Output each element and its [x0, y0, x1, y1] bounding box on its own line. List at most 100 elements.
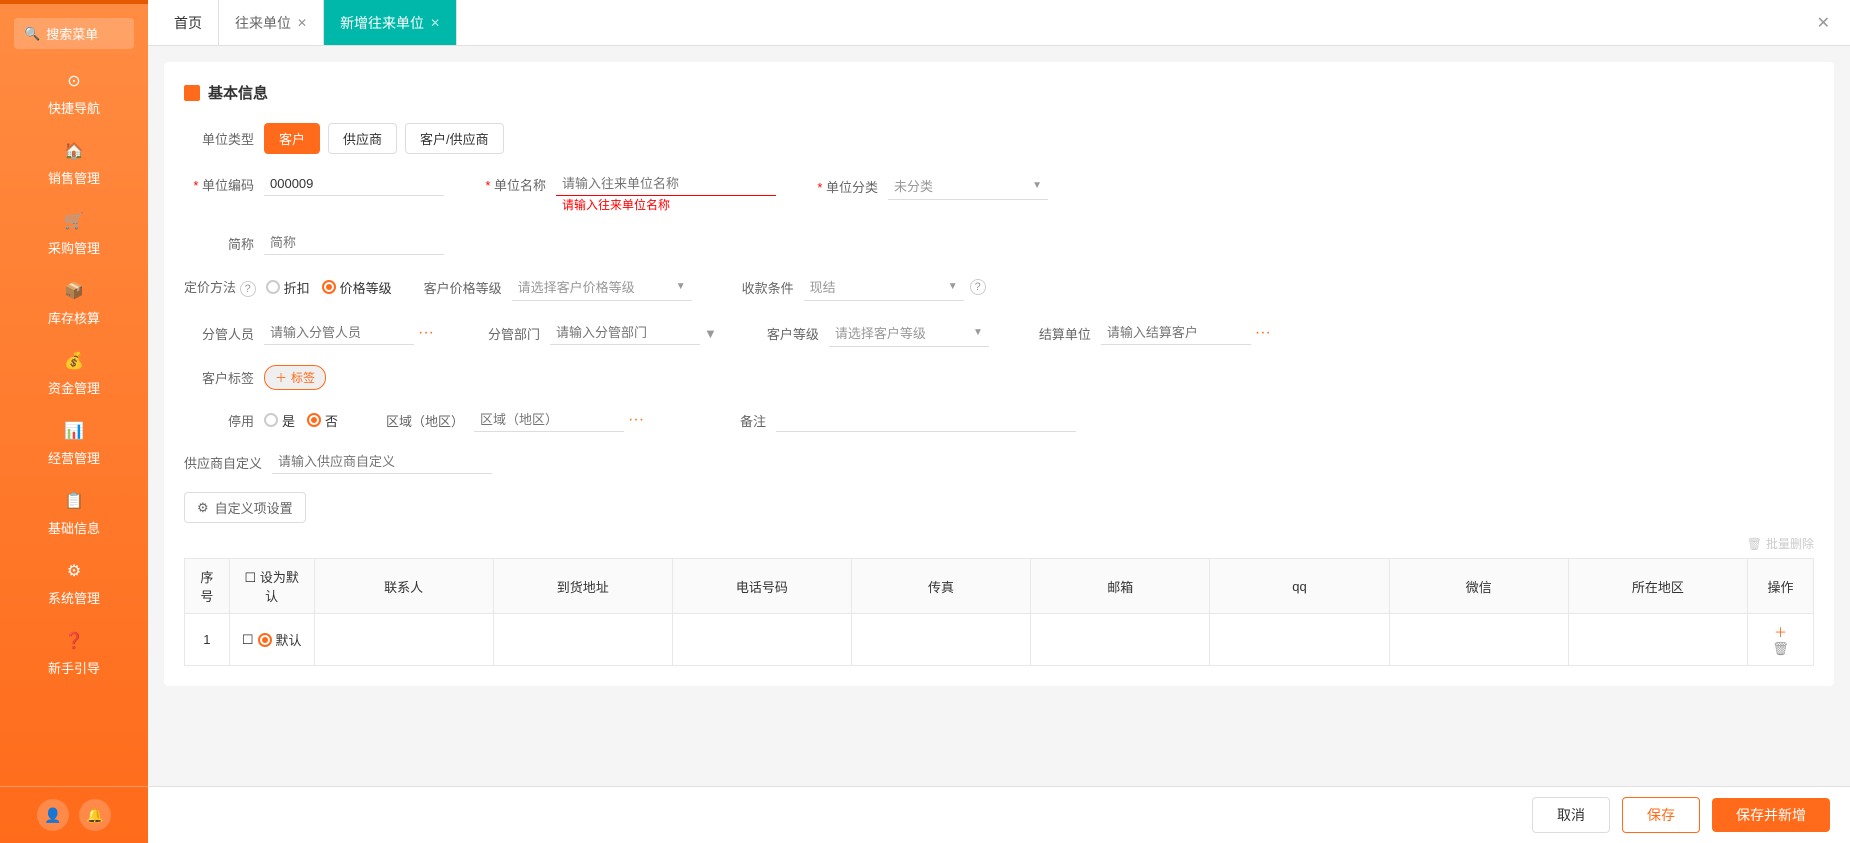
- chevron-down-icon-4: ▼: [973, 327, 983, 338]
- region-input[interactable]: [474, 408, 624, 432]
- sidebar-item-label: 库存核算: [48, 308, 100, 327]
- chevron-down-icon-2: ▼: [676, 281, 686, 292]
- basic-icon: 📋: [60, 487, 88, 515]
- manager-group: 分管人员 ···: [184, 321, 438, 345]
- cell-index: 1: [185, 614, 230, 666]
- batch-delete-label[interactable]: 批量删除: [1766, 535, 1814, 552]
- pricing-method-group: 定价方法 ? 折扣 价格等级: [184, 277, 392, 297]
- cell-contact[interactable]: [314, 614, 493, 666]
- sidebar-item-basic[interactable]: 📋 基础信息: [0, 477, 148, 547]
- radio-no-circle: [307, 413, 321, 427]
- disabled-label: 停用: [184, 411, 264, 430]
- payment-terms-help-icon[interactable]: ?: [970, 279, 986, 295]
- guide-icon: ❓: [60, 627, 88, 655]
- btn-unit-type-customer[interactable]: 客户: [264, 123, 320, 154]
- operations-icon: 📊: [60, 417, 88, 445]
- table-body: 1 ☐ 默认: [185, 614, 1814, 666]
- unit-code-input[interactable]: [264, 172, 444, 196]
- tab-partner-list-label: 往来单位: [235, 13, 291, 33]
- save-button[interactable]: 保存: [1622, 797, 1700, 833]
- unit-name-label: 单位名称: [476, 175, 556, 194]
- delete-row-icon[interactable]: 🗑: [1772, 641, 1789, 656]
- user-icon[interactable]: 👤: [37, 799, 69, 831]
- customer-price-level-placeholder: 请选择客户价格等级: [518, 277, 635, 296]
- col-address: 到货地址: [493, 559, 672, 614]
- row-checkbox[interactable]: ☐: [242, 632, 254, 648]
- notification-icon[interactable]: 🔔: [79, 799, 111, 831]
- unit-name-input[interactable]: [556, 172, 776, 196]
- sidebar-item-sales[interactable]: 🏠 销售管理: [0, 127, 148, 197]
- add-tag-button[interactable]: ＋ 标签: [264, 365, 326, 390]
- tab-partner-list[interactable]: 往来单位 ✕: [219, 0, 324, 45]
- home-icon: ⊙: [60, 67, 88, 95]
- remark-group: 备注: [696, 408, 1076, 432]
- tab-partner-new-close[interactable]: ✕: [430, 16, 440, 30]
- cancel-button[interactable]: 取消: [1532, 797, 1610, 833]
- settlement-unit-more-btn[interactable]: ···: [1251, 324, 1275, 342]
- radio-price-level-label: 价格等级: [340, 278, 392, 297]
- disabled-group: 停用 是 否: [184, 411, 338, 430]
- cell-email[interactable]: [1031, 614, 1210, 666]
- tab-partner-list-close[interactable]: ✕: [297, 16, 307, 30]
- sidebar-item-search[interactable]: 🔍 搜索菜单: [14, 18, 134, 49]
- radio-discount[interactable]: 折扣: [266, 278, 310, 297]
- payment-terms-group: 收款条件 现结 ▼ ?: [724, 273, 986, 301]
- sidebar-item-purchase[interactable]: 🛒 采购管理: [0, 197, 148, 267]
- supplier-custom-input[interactable]: [272, 450, 492, 474]
- add-row-icon[interactable]: ＋: [1774, 625, 1787, 640]
- sidebar-item-guide[interactable]: ❓ 新手引导: [0, 617, 148, 687]
- settlement-unit-input[interactable]: [1101, 321, 1251, 345]
- cell-wechat[interactable]: [1389, 614, 1568, 666]
- cell-address[interactable]: [493, 614, 672, 666]
- sidebar-item-system[interactable]: ⚙ 系统管理: [0, 547, 148, 617]
- sidebar-item-finance[interactable]: 💰 资金管理: [0, 337, 148, 407]
- radio-price-level[interactable]: 价格等级: [322, 278, 392, 297]
- sidebar-item-inventory[interactable]: 📦 库存核算: [0, 267, 148, 337]
- cell-phone[interactable]: [672, 614, 851, 666]
- col-default-checkbox[interactable]: ☐: [245, 570, 257, 585]
- cell-region[interactable]: [1568, 614, 1747, 666]
- custom-settings-button[interactable]: ⚙ 自定义项设置: [184, 492, 306, 523]
- pricing-method-radios: 折扣 价格等级: [266, 278, 392, 297]
- remark-input[interactable]: [776, 408, 1076, 432]
- manager-more-btn[interactable]: ···: [414, 324, 438, 342]
- pricing-help-icon[interactable]: ?: [240, 281, 256, 297]
- unit-category-label: 单位分类: [808, 177, 888, 196]
- chevron-down-icon-3: ▼: [948, 281, 958, 292]
- search-icon: 🔍: [24, 26, 40, 42]
- save-new-button[interactable]: 保存并新增: [1712, 798, 1830, 832]
- region-more-btn[interactable]: ···: [624, 411, 648, 429]
- department-chevron: ▼: [704, 326, 717, 341]
- sidebar-item-operations[interactable]: 📊 经营管理: [0, 407, 148, 477]
- tab-home[interactable]: 首页: [158, 0, 219, 45]
- sidebar-item-label: 经营管理: [48, 448, 100, 467]
- payment-terms-select[interactable]: 现结 ▼: [804, 273, 964, 301]
- unit-code-label: 单位编码: [184, 175, 264, 194]
- radio-no-label: 否: [325, 411, 338, 430]
- radio-yes[interactable]: 是: [264, 411, 295, 430]
- btn-unit-type-both[interactable]: 客户/供应商: [405, 123, 504, 154]
- department-label: 分管部门: [470, 324, 550, 343]
- manager-label: 分管人员: [184, 324, 264, 343]
- col-default-label: 设为默认: [260, 570, 299, 604]
- row-default-radio[interactable]: 默认: [258, 630, 302, 649]
- unit-category-select[interactable]: 未分类 ▼: [888, 172, 1048, 200]
- abbreviation-input[interactable]: [264, 231, 444, 255]
- tab-home-label: 首页: [174, 13, 202, 33]
- close-all-tabs[interactable]: ✕: [1807, 13, 1840, 33]
- tab-partner-new[interactable]: 新增往来单位 ✕: [324, 0, 457, 45]
- sidebar-item-quicknav[interactable]: ⊙ 快捷导航: [0, 57, 148, 127]
- pricing-row: 定价方法 ? 折扣 价格等级: [184, 273, 1814, 301]
- radio-no[interactable]: 否: [307, 411, 338, 430]
- abbreviation-row: 简称: [184, 231, 1814, 255]
- btn-unit-type-supplier[interactable]: 供应商: [328, 123, 397, 154]
- manager-input[interactable]: [264, 321, 414, 345]
- customer-price-level-select[interactable]: 请选择客户价格等级 ▼: [512, 273, 692, 301]
- customer-level-select[interactable]: 请选择客户等级 ▼: [829, 319, 989, 347]
- unit-type-buttons: 客户 供应商 客户/供应商: [264, 123, 504, 154]
- unit-category-value: 未分类: [894, 176, 933, 195]
- cell-qq[interactable]: [1210, 614, 1389, 666]
- cell-fax[interactable]: [851, 614, 1030, 666]
- department-input[interactable]: [550, 321, 700, 345]
- sidebar-item-label: 系统管理: [48, 588, 100, 607]
